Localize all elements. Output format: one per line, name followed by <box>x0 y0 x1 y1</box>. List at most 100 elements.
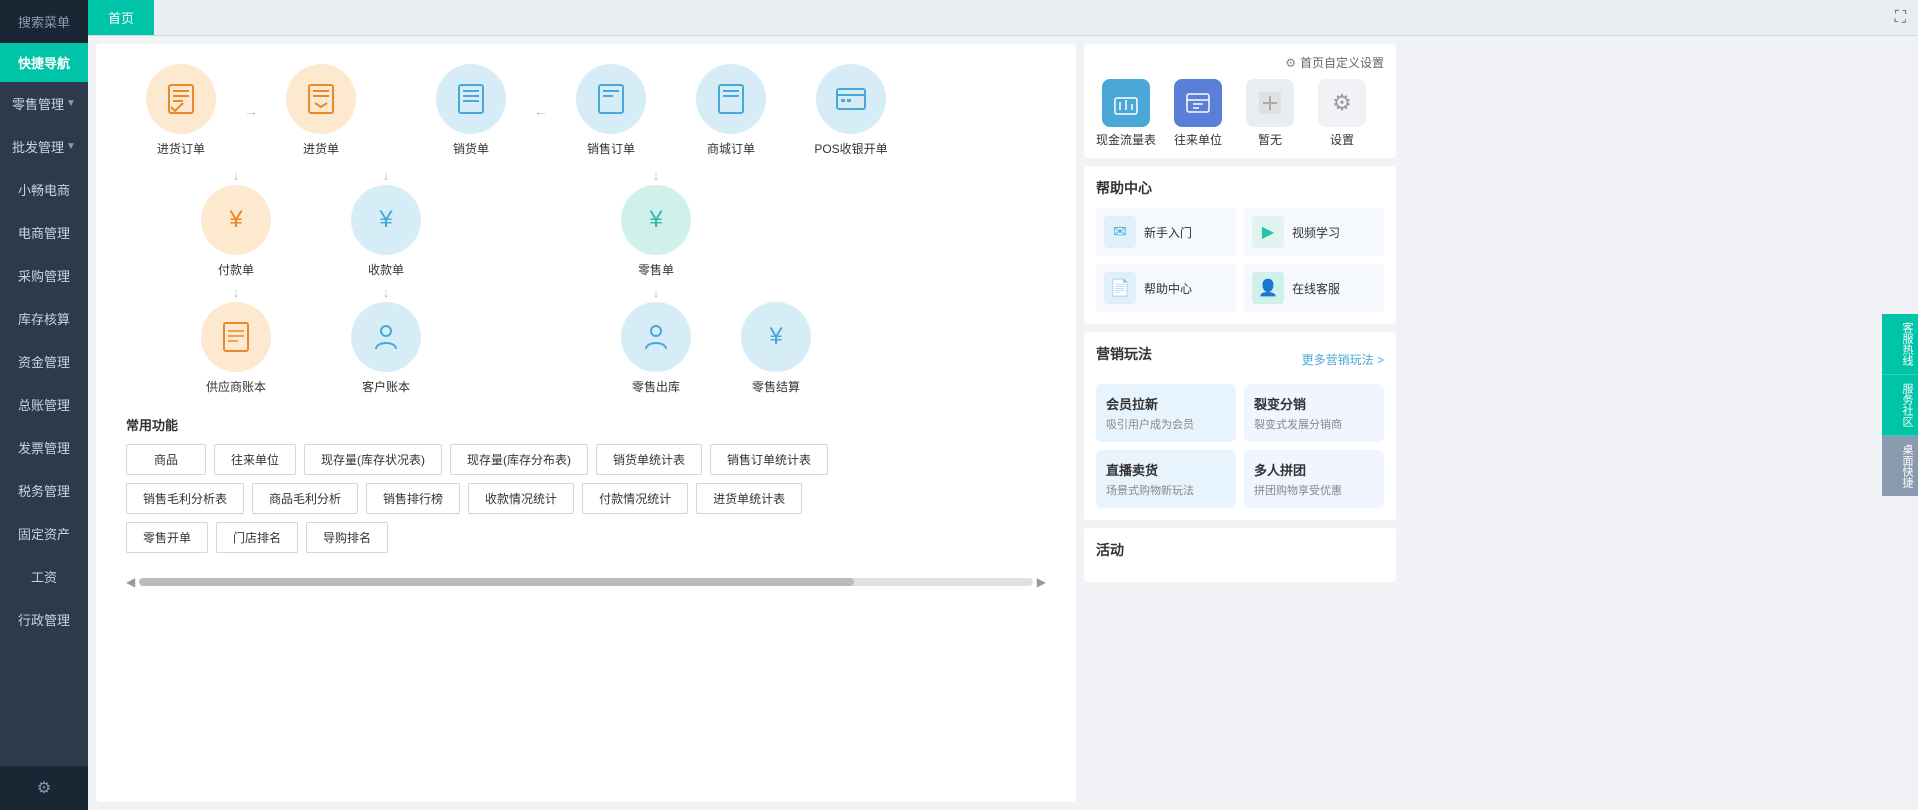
float-desktop-btn[interactable]: 桌面快捷 <box>1882 436 1918 496</box>
marketing-header: 营销玩法 更多营销玩法 > <box>1096 344 1384 374</box>
help-item-beginner[interactable]: ✉ 新手入门 <box>1096 208 1236 256</box>
sidebar-item-ledger[interactable]: 总账管理 <box>0 383 88 426</box>
qn-settings[interactable]: ⚙ 设置 <box>1312 79 1372 148</box>
marketing-fission[interactable]: 裂变分销 裂变式发展分销商 <box>1244 384 1384 442</box>
retail-out-icon <box>621 302 691 372</box>
scroll-track[interactable] <box>139 578 1033 586</box>
wf-node-pos[interactable]: POS收银开单 <box>796 64 906 157</box>
qf-btn-store-rank[interactable]: 门店排名 <box>216 522 298 553</box>
purchase-icon <box>286 64 356 134</box>
wf-node-sales[interactable]: 销货单 <box>416 64 526 157</box>
sidebar-item-invoice[interactable]: 发票管理 <box>0 426 88 469</box>
more-marketing-link[interactable]: 更多营销玩法 > <box>1302 351 1384 368</box>
qf-btn-gross1[interactable]: 销售毛利分析表 <box>126 483 244 514</box>
sidebar-nav-header: 快捷导航 <box>0 43 88 82</box>
qf-row-2: 销售毛利分析表 商品毛利分析 销售排行榜 收款情况统计 付款情况统计 进货单统计… <box>126 483 1046 514</box>
sidebar-item-inventory[interactable]: 库存核算 <box>0 297 88 340</box>
help-item-help[interactable]: 📄 帮助中心 <box>1096 264 1236 312</box>
sidebar-item-wholesale[interactable]: 批发管理 ▼ <box>0 125 88 168</box>
beginner-icon: ✉ <box>1104 216 1136 248</box>
receipt-icon: ¥ <box>351 185 421 255</box>
help-center-section: 帮助中心 ✉ 新手入门 ▶ 视频学习 📄 帮助中心 👤 <box>1084 166 1396 324</box>
wf-node-retail[interactable]: ↓ ¥ 零售单 <box>601 165 711 278</box>
scroll-right-btn[interactable]: ▶ <box>1037 575 1046 589</box>
sidebar-item-admin[interactable]: 行政管理 <box>0 598 88 641</box>
wf-node-shop-order[interactable]: 商城订单 <box>676 64 786 157</box>
wf-node-receipt[interactable]: ↓ ¥ 收款单 <box>331 165 441 278</box>
wf-node-customer-book[interactable]: ↓ 客户账本 <box>331 282 441 395</box>
sidebar-item-retail[interactable]: 零售管理 ▼ <box>0 82 88 125</box>
qn-cashflow[interactable]: 现金流量表 <box>1096 79 1156 148</box>
sidebar-item-assets[interactable]: 固定资产 <box>0 512 88 555</box>
qf-btn-retail-order[interactable]: 零售开单 <box>126 522 208 553</box>
customer-book-icon <box>351 302 421 372</box>
sidebar-item-finance[interactable]: 资金管理 <box>0 340 88 383</box>
help-center-title: 帮助中心 <box>1096 178 1384 198</box>
wf-node-purchase-order[interactable]: 进货订单 <box>126 64 236 157</box>
qn-partners[interactable]: 往来单位 <box>1168 79 1228 148</box>
help-doc-icon: 📄 <box>1104 272 1136 304</box>
purchase-order-icon <box>146 64 216 134</box>
qf-btn-gross2[interactable]: 商品毛利分析 <box>252 483 358 514</box>
main-area: 首页 ⛶ 进货订单 → <box>88 0 1918 810</box>
quick-functions: 常用功能 商品 往来单位 现存量(库存状况表) 现存量(库存分布表) 销货单统计… <box>106 405 1066 571</box>
marketing-live[interactable]: 直播卖货 场景式购物新玩法 <box>1096 450 1236 508</box>
help-grid: ✉ 新手入门 ▶ 视频学习 📄 帮助中心 👤 在线客服 <box>1096 208 1384 312</box>
help-item-service[interactable]: 👤 在线客服 <box>1244 264 1384 312</box>
activity-title: 活动 <box>1096 540 1384 560</box>
cashflow-icon <box>1102 79 1150 127</box>
help-item-video[interactable]: ▶ 视频学习 <box>1244 208 1384 256</box>
sidebar-search[interactable]: 搜索菜单 <box>0 0 88 43</box>
qf-title: 常用功能 <box>126 415 1046 434</box>
qf-btn-payment-stat[interactable]: 付款情况统计 <box>582 483 688 514</box>
marketing-section: 营销玩法 更多营销玩法 > 会员拉新 吸引用户成为会员 裂变分销 裂变式发展分销… <box>1084 332 1396 520</box>
qf-btn-receipt-stat[interactable]: 收款情况统计 <box>468 483 574 514</box>
customize-header[interactable]: ⚙ 首页自定义设置 <box>1096 54 1384 71</box>
sidebar-item-ecom2[interactable]: 电商管理 <box>0 211 88 254</box>
sidebar: 搜索菜单 快捷导航 零售管理 ▼ 批发管理 ▼ 小畅电商 电商管理 采购管理 库… <box>0 0 88 810</box>
service-icon: 👤 <box>1252 272 1284 304</box>
wf-node-sales-order[interactable]: 销售订单 <box>556 64 666 157</box>
wf-node-payment[interactable]: ↓ ¥ 付款单 <box>181 165 291 278</box>
none-icon <box>1246 79 1294 127</box>
retail-settle-icon: ¥ <box>741 302 811 372</box>
chevron-icon: ▼ <box>66 98 76 109</box>
qf-btn-stock2[interactable]: 现存量(库存分布表) <box>450 444 588 475</box>
qf-btn-partners[interactable]: 往来单位 <box>214 444 296 475</box>
sidebar-item-ecom1[interactable]: 小畅电商 <box>0 168 88 211</box>
wf-node-retail-settle[interactable]: ↓ ¥ 零售结算 <box>721 282 831 395</box>
wf-node-purchase[interactable]: 进货单 <box>266 64 376 157</box>
chevron-icon: ▼ <box>66 141 76 152</box>
qn-none[interactable]: 暂无 <box>1240 79 1300 148</box>
marketing-group[interactable]: 多人拼团 拼团购物享受优惠 <box>1244 450 1384 508</box>
wf-node-retail-out[interactable]: ↓ 零售出库 <box>601 282 711 395</box>
qf-btn-guide-rank[interactable]: 导购排名 <box>306 522 388 553</box>
workflow-row3: ↓ 供应商账本 ↓ 客户账本 <box>126 282 1046 395</box>
supplier-book-icon <box>201 302 271 372</box>
qf-btn-rank[interactable]: 销售排行榜 <box>366 483 460 514</box>
qf-btn-sales-stat[interactable]: 销货单统计表 <box>596 444 702 475</box>
scroll-left-btn[interactable]: ◀ <box>126 575 135 589</box>
qf-row-3: 零售开单 门店排名 导购排名 <box>126 522 1046 553</box>
workflow-row2: ↓ ¥ 付款单 ↓ ¥ 收款单 <box>126 165 1046 278</box>
tab-home[interactable]: 首页 <box>88 0 154 35</box>
float-community-btn[interactable]: 服务社区 <box>1882 375 1918 436</box>
activity-section: 活动 <box>1084 528 1396 582</box>
content-area: 进货订单 → 进货单 <box>88 36 1918 810</box>
qf-btn-order-stat[interactable]: 销售订单统计表 <box>710 444 828 475</box>
sidebar-item-purchase[interactable]: 采购管理 <box>0 254 88 297</box>
down-arrow-2: ↓ <box>383 165 390 185</box>
qf-btn-stock1[interactable]: 现存量(库存状况表) <box>304 444 442 475</box>
settings-button[interactable]: ⚙ <box>0 766 88 810</box>
sidebar-item-tax[interactable]: 税务管理 <box>0 469 88 512</box>
wf-node-supplier-book[interactable]: ↓ 供应商账本 <box>181 282 291 395</box>
arrow-right-1: → <box>236 103 266 119</box>
float-service-btn[interactable]: 客服热线 <box>1882 314 1918 375</box>
payment-icon: ¥ <box>201 185 271 255</box>
marketing-member[interactable]: 会员拉新 吸引用户成为会员 <box>1096 384 1236 442</box>
qf-btn-purchase-stat[interactable]: 进货单统计表 <box>696 483 802 514</box>
qf-btn-goods[interactable]: 商品 <box>126 444 206 475</box>
workflow-row1: 进货订单 → 进货单 <box>126 64 1046 157</box>
sidebar-item-salary[interactable]: 工资 <box>0 555 88 598</box>
expand-button[interactable]: ⛶ <box>1891 5 1910 31</box>
